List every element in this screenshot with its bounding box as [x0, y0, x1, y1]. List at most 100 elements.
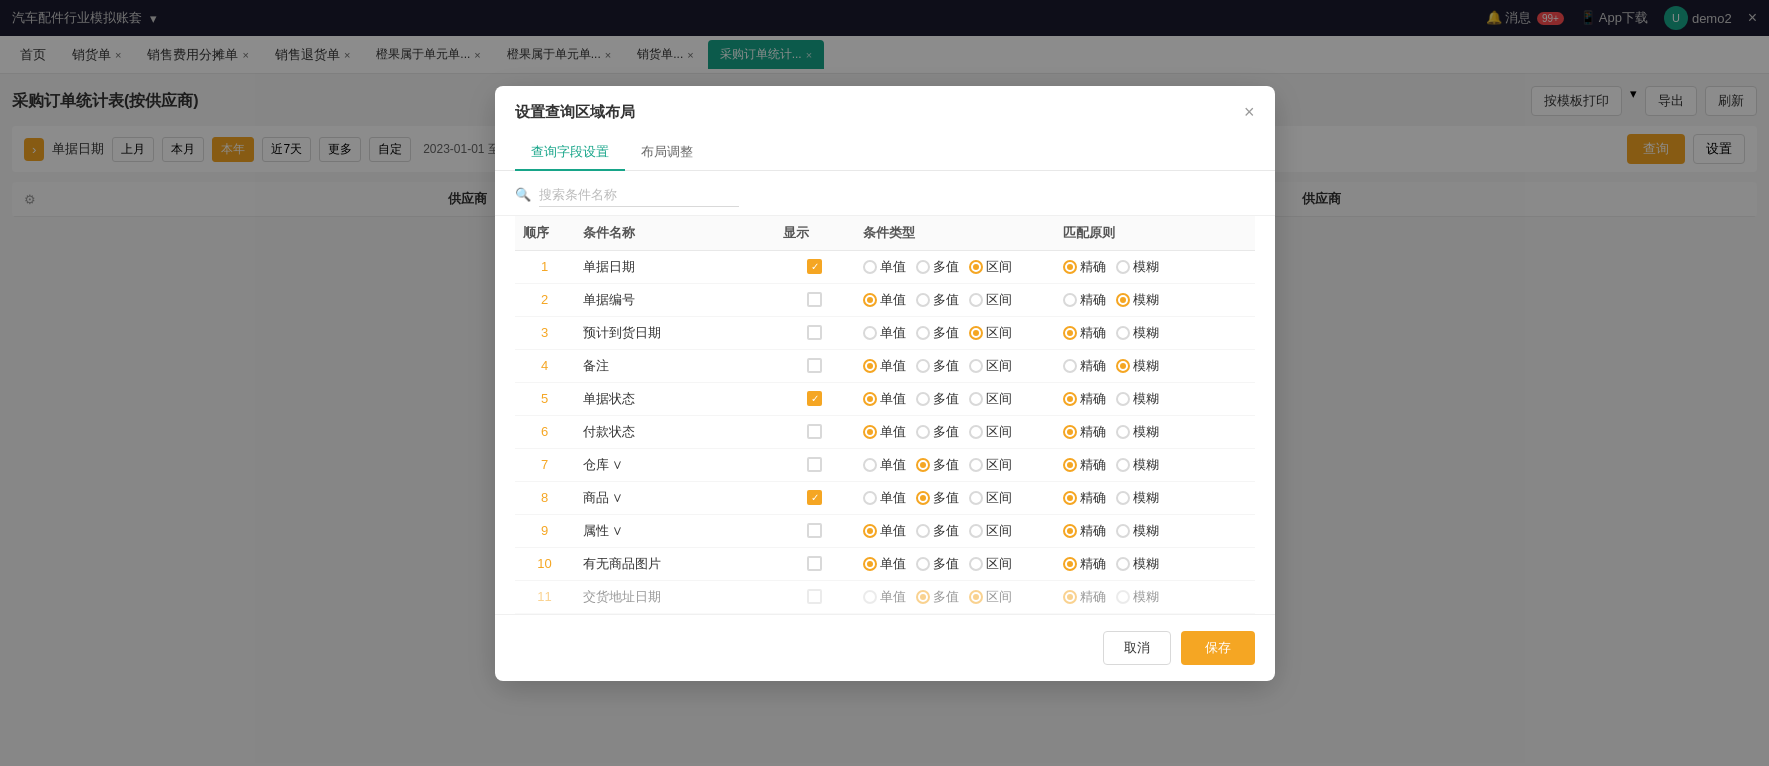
type-radio-multi-1[interactable]: 多值: [916, 258, 959, 276]
type-radio-single-9[interactable]: 单值: [863, 522, 906, 540]
row-display-5[interactable]: [775, 390, 855, 408]
row-display-3[interactable]: [775, 324, 855, 342]
type-radio-range-2[interactable]: 区间: [969, 291, 1012, 309]
col-order-header: 顺序: [515, 224, 575, 242]
row-display-9[interactable]: [775, 522, 855, 540]
match-radio-exact-5[interactable]: 精确: [1063, 390, 1106, 408]
type-radio-single-5[interactable]: 单值: [863, 390, 906, 408]
match-radio-exact-6[interactable]: 精确: [1063, 423, 1106, 441]
row-display-1[interactable]: [775, 258, 855, 276]
type-radio-single-7[interactable]: 单值: [863, 456, 906, 474]
type-radio-single-3[interactable]: 单值: [863, 324, 906, 342]
radio-circle-range: [969, 260, 983, 274]
match-radio-fuzzy-1[interactable]: 模糊: [1116, 258, 1159, 276]
match-radio-exact-1[interactable]: 精确: [1063, 258, 1106, 276]
display-checkbox-1[interactable]: [807, 259, 822, 274]
type-radio-multi-2[interactable]: 多值: [916, 291, 959, 309]
match-radio-fuzzy-10[interactable]: 模糊: [1116, 555, 1159, 573]
type-radio-multi-10[interactable]: 多值: [916, 555, 959, 573]
type-radio-single-8[interactable]: 单值: [863, 489, 906, 507]
dialog-table-row: 11交货地址日期单值多值区间精确模糊: [515, 581, 1255, 614]
type-radio-multi-6[interactable]: 多值: [916, 423, 959, 441]
row-name-10: 有无商品图片: [575, 555, 775, 573]
tab-layout-adjust[interactable]: 布局调整: [625, 135, 709, 171]
row-name-3: 预计到货日期: [575, 324, 775, 342]
display-checkbox-9[interactable]: [807, 523, 822, 538]
display-checkbox-6[interactable]: [807, 424, 822, 439]
display-checkbox-11[interactable]: [807, 589, 822, 604]
row-display-10[interactable]: [775, 555, 855, 573]
match-radio-exact-8[interactable]: 精确: [1063, 489, 1106, 507]
save-button[interactable]: 保存: [1181, 631, 1255, 665]
cancel-button[interactable]: 取消: [1103, 631, 1171, 665]
display-checkbox-8[interactable]: [807, 490, 822, 505]
row-name-5: 单据状态: [575, 390, 775, 408]
type-radio-multi-9[interactable]: 多值: [916, 522, 959, 540]
match-radio-fuzzy-3[interactable]: 模糊: [1116, 324, 1159, 342]
radio-circle-single: [863, 392, 877, 406]
type-radio-range-9[interactable]: 区间: [969, 522, 1012, 540]
type-radio-multi-11[interactable]: 多值: [916, 588, 959, 606]
display-checkbox-3[interactable]: [807, 325, 822, 340]
type-radio-multi-8[interactable]: 多值: [916, 489, 959, 507]
row-name-4: 备注: [575, 357, 775, 375]
type-radio-multi-5[interactable]: 多值: [916, 390, 959, 408]
type-radio-single-1[interactable]: 单值: [863, 258, 906, 276]
type-radio-range-10[interactable]: 区间: [969, 555, 1012, 573]
match-radio-exact-4[interactable]: 精确: [1063, 357, 1106, 375]
type-radio-single-11[interactable]: 单值: [863, 588, 906, 606]
search-input[interactable]: [539, 183, 739, 207]
settings-dialog: 设置查询区域布局 × 查询字段设置 布局调整 🔍 顺序 条件名称 显示 条件类型…: [495, 86, 1275, 681]
display-checkbox-4[interactable]: [807, 358, 822, 373]
radio-circle-multi: [916, 392, 930, 406]
row-display-8[interactable]: [775, 489, 855, 507]
radio-circle-match-fuzzy: [1116, 590, 1130, 604]
match-radio-fuzzy-2[interactable]: 模糊: [1116, 291, 1159, 309]
display-checkbox-10[interactable]: [807, 556, 822, 571]
display-checkbox-2[interactable]: [807, 292, 822, 307]
type-radio-single-4[interactable]: 单值: [863, 357, 906, 375]
row-display-11[interactable]: [775, 588, 855, 606]
type-radio-range-11[interactable]: 区间: [969, 588, 1012, 606]
radio-circle-match-fuzzy: [1116, 260, 1130, 274]
match-radio-fuzzy-11[interactable]: 模糊: [1116, 588, 1159, 606]
dialog-close-button[interactable]: ×: [1244, 102, 1255, 123]
match-radio-exact-7[interactable]: 精确: [1063, 456, 1106, 474]
match-radio-fuzzy-9[interactable]: 模糊: [1116, 522, 1159, 540]
display-checkbox-5[interactable]: [807, 391, 822, 406]
type-radio-range-3[interactable]: 区间: [969, 324, 1012, 342]
type-radio-multi-7[interactable]: 多值: [916, 456, 959, 474]
type-radio-multi-3[interactable]: 多值: [916, 324, 959, 342]
type-radio-range-6[interactable]: 区间: [969, 423, 1012, 441]
row-display-2[interactable]: [775, 291, 855, 309]
match-radio-fuzzy-5[interactable]: 模糊: [1116, 390, 1159, 408]
type-radio-range-8[interactable]: 区间: [969, 489, 1012, 507]
match-radio-exact-11[interactable]: 精确: [1063, 588, 1106, 606]
type-radio-single-10[interactable]: 单值: [863, 555, 906, 573]
match-radio-fuzzy-6[interactable]: 模糊: [1116, 423, 1159, 441]
type-radio-range-4[interactable]: 区间: [969, 357, 1012, 375]
type-radio-range-1[interactable]: 区间: [969, 258, 1012, 276]
match-radio-exact-10[interactable]: 精确: [1063, 555, 1106, 573]
type-radio-range-7[interactable]: 区间: [969, 456, 1012, 474]
row-display-6[interactable]: [775, 423, 855, 441]
display-checkbox-7[interactable]: [807, 457, 822, 472]
match-radio-fuzzy-8[interactable]: 模糊: [1116, 489, 1159, 507]
row-display-7[interactable]: [775, 456, 855, 474]
dialog-table-row: 5单据状态单值多值区间精确模糊: [515, 383, 1255, 416]
row-display-4[interactable]: [775, 357, 855, 375]
match-radio-exact-3[interactable]: 精确: [1063, 324, 1106, 342]
radio-circle-match-fuzzy: [1116, 458, 1130, 472]
type-radio-single-6[interactable]: 单值: [863, 423, 906, 441]
match-radio-fuzzy-7[interactable]: 模糊: [1116, 456, 1159, 474]
match-radio-exact-9[interactable]: 精确: [1063, 522, 1106, 540]
match-radio-fuzzy-4[interactable]: 模糊: [1116, 357, 1159, 375]
type-radio-single-2[interactable]: 单值: [863, 291, 906, 309]
radio-circle-range: [969, 326, 983, 340]
tab-query-fields[interactable]: 查询字段设置: [515, 135, 625, 171]
match-radio-exact-2[interactable]: 精确: [1063, 291, 1106, 309]
radio-circle-multi: [916, 491, 930, 505]
row-name-7: 仓库 ∨: [575, 456, 775, 474]
type-radio-range-5[interactable]: 区间: [969, 390, 1012, 408]
type-radio-multi-4[interactable]: 多值: [916, 357, 959, 375]
